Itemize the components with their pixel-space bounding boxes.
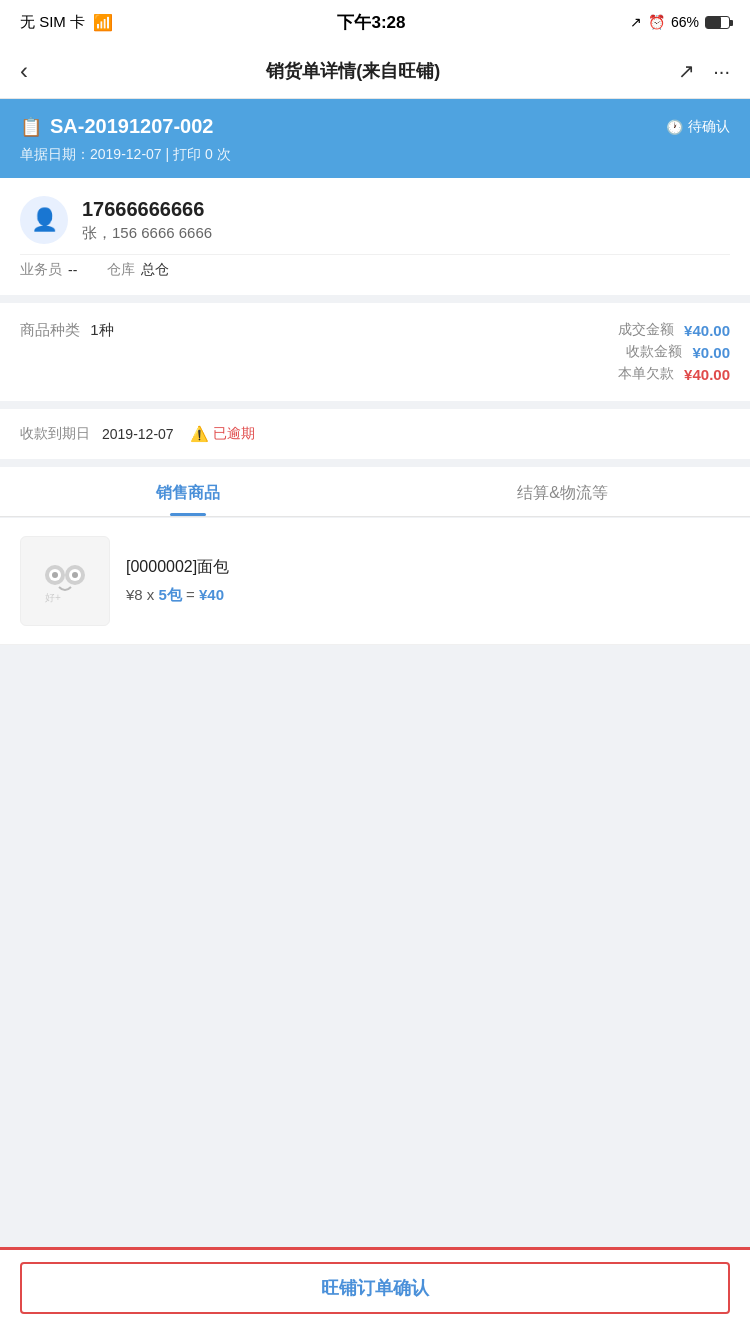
salesperson-label: 业务员	[20, 261, 62, 279]
product-type-value: 1种	[90, 321, 113, 338]
order-status: 🕐 待确认	[666, 118, 730, 136]
svg-point-5	[72, 572, 78, 578]
customer-name: 张，156 6666 6666	[82, 224, 212, 243]
deal-amount-label: 成交金额	[618, 321, 674, 339]
deal-amount-value: ¥40.00	[684, 322, 730, 339]
gray-spacer	[0, 645, 750, 865]
order-id-text: SA-20191207-002	[50, 115, 213, 138]
product-name: [0000002]面包	[126, 557, 229, 578]
page-title: 销货单详情(来自旺铺)	[266, 59, 440, 83]
due-date-value: 2019-12-07	[102, 426, 174, 442]
salesperson-field: 业务员 --	[20, 261, 77, 279]
received-amount-value: ¥0.00	[692, 344, 730, 361]
share-icon[interactable]: ↗	[678, 59, 695, 83]
clock-icon: 🕐	[666, 119, 683, 135]
product-type-field: 商品种类 1种	[20, 321, 114, 340]
product-thumbnail: 好+	[20, 536, 110, 626]
salesperson-value: --	[68, 262, 77, 278]
due-date-card: 收款到期日 2019-12-07 ⚠️ 已逾期	[0, 409, 750, 459]
status-right: ↗ ⏰ 66%	[630, 14, 730, 30]
summary-card: 商品种类 1种 成交金额 ¥40.00 收款金额 ¥0.00 本单欠款 ¥40.…	[0, 303, 750, 401]
customer-card: 👤 17666666666 张，156 6666 6666 业务员 -- 仓库 …	[0, 178, 750, 295]
owed-amount-value: ¥40.00	[684, 366, 730, 383]
nav-bar: ‹ 销货单详情(来自旺铺) ↗ ···	[0, 44, 750, 99]
product-info: [0000002]面包 ¥8 x 5包 = ¥40	[126, 557, 229, 605]
status-left: 无 SIM 卡 📶	[20, 13, 113, 32]
svg-point-4	[52, 572, 58, 578]
status-text: 待确认	[688, 118, 730, 136]
wifi-icon: 📶	[93, 13, 113, 32]
warehouse-label: 仓库	[107, 261, 135, 279]
battery-icon	[705, 16, 730, 29]
warehouse-value: 总仓	[141, 261, 169, 279]
svg-text:好+: 好+	[45, 592, 61, 603]
warehouse-field: 仓库 总仓	[107, 261, 169, 279]
product-total: ¥40	[199, 586, 224, 603]
amounts-section: 成交金额 ¥40.00 收款金额 ¥0.00 本单欠款 ¥40.00	[618, 321, 730, 383]
order-id: 📋 SA-20191207-002	[20, 115, 213, 138]
overdue-icon: ⚠️	[190, 425, 209, 443]
nav-actions: ↗ ···	[678, 59, 730, 83]
received-amount-row: 收款金额 ¥0.00	[626, 343, 730, 361]
more-icon[interactable]: ···	[713, 60, 730, 83]
bottom-bar: 旺铺订单确认	[0, 1247, 750, 1334]
customer-info: 17666666666 张，156 6666 6666	[82, 198, 212, 243]
battery-percent: 66%	[671, 14, 699, 30]
carrier-text: 无 SIM 卡	[20, 13, 85, 32]
product-thumb-icon: 好+	[35, 553, 95, 610]
overdue-text: 已逾期	[213, 425, 255, 443]
status-time: 下午3:28	[337, 11, 405, 34]
product-price: ¥8 x 5包 = ¥40	[126, 586, 229, 605]
products-section: 好+ [0000002]面包 ¥8 x 5包 = ¥40	[0, 518, 750, 645]
order-icon: 📋	[20, 116, 42, 138]
owed-amount-row: 本单欠款 ¥40.00	[618, 365, 730, 383]
tabs-bar: 销售商品 结算&物流等	[0, 467, 750, 517]
product-item: 好+ [0000002]面包 ¥8 x 5包 = ¥40	[0, 518, 750, 645]
customer-phone: 17666666666	[82, 198, 212, 221]
tab-settlement-label: 结算&物流等	[517, 484, 608, 501]
tab-sales-label: 销售商品	[156, 484, 220, 501]
product-type-label: 商品种类	[20, 321, 80, 338]
owed-amount-label: 本单欠款	[618, 365, 674, 383]
order-header: 📋 SA-20191207-002 🕐 待确认 单据日期：2019-12-07 …	[0, 99, 750, 178]
due-date-label: 收款到期日	[20, 425, 90, 443]
tab-sales-products[interactable]: 销售商品	[0, 467, 375, 516]
confirm-order-button[interactable]: 旺铺订单确认	[20, 1262, 730, 1314]
equals-text: =	[182, 586, 199, 603]
order-date: 单据日期：2019-12-07 | 打印 0 次	[20, 146, 730, 164]
deal-amount-row: 成交金额 ¥40.00	[618, 321, 730, 339]
received-amount-label: 收款金额	[626, 343, 682, 361]
alarm-icon: ⏰	[648, 14, 665, 30]
avatar: 👤	[20, 196, 68, 244]
status-bar: 无 SIM 卡 📶 下午3:28 ↗ ⏰ 66%	[0, 0, 750, 44]
product-qty: 5包	[159, 586, 182, 603]
price-text: ¥8 x	[126, 586, 159, 603]
overdue-badge: ⚠️ 已逾期	[190, 425, 255, 443]
back-button[interactable]: ‹	[20, 57, 28, 85]
location-icon: ↗	[630, 14, 642, 30]
customer-meta: 业务员 -- 仓库 总仓	[20, 254, 730, 279]
tab-settlement[interactable]: 结算&物流等	[375, 467, 750, 516]
avatar-icon: 👤	[31, 207, 58, 233]
